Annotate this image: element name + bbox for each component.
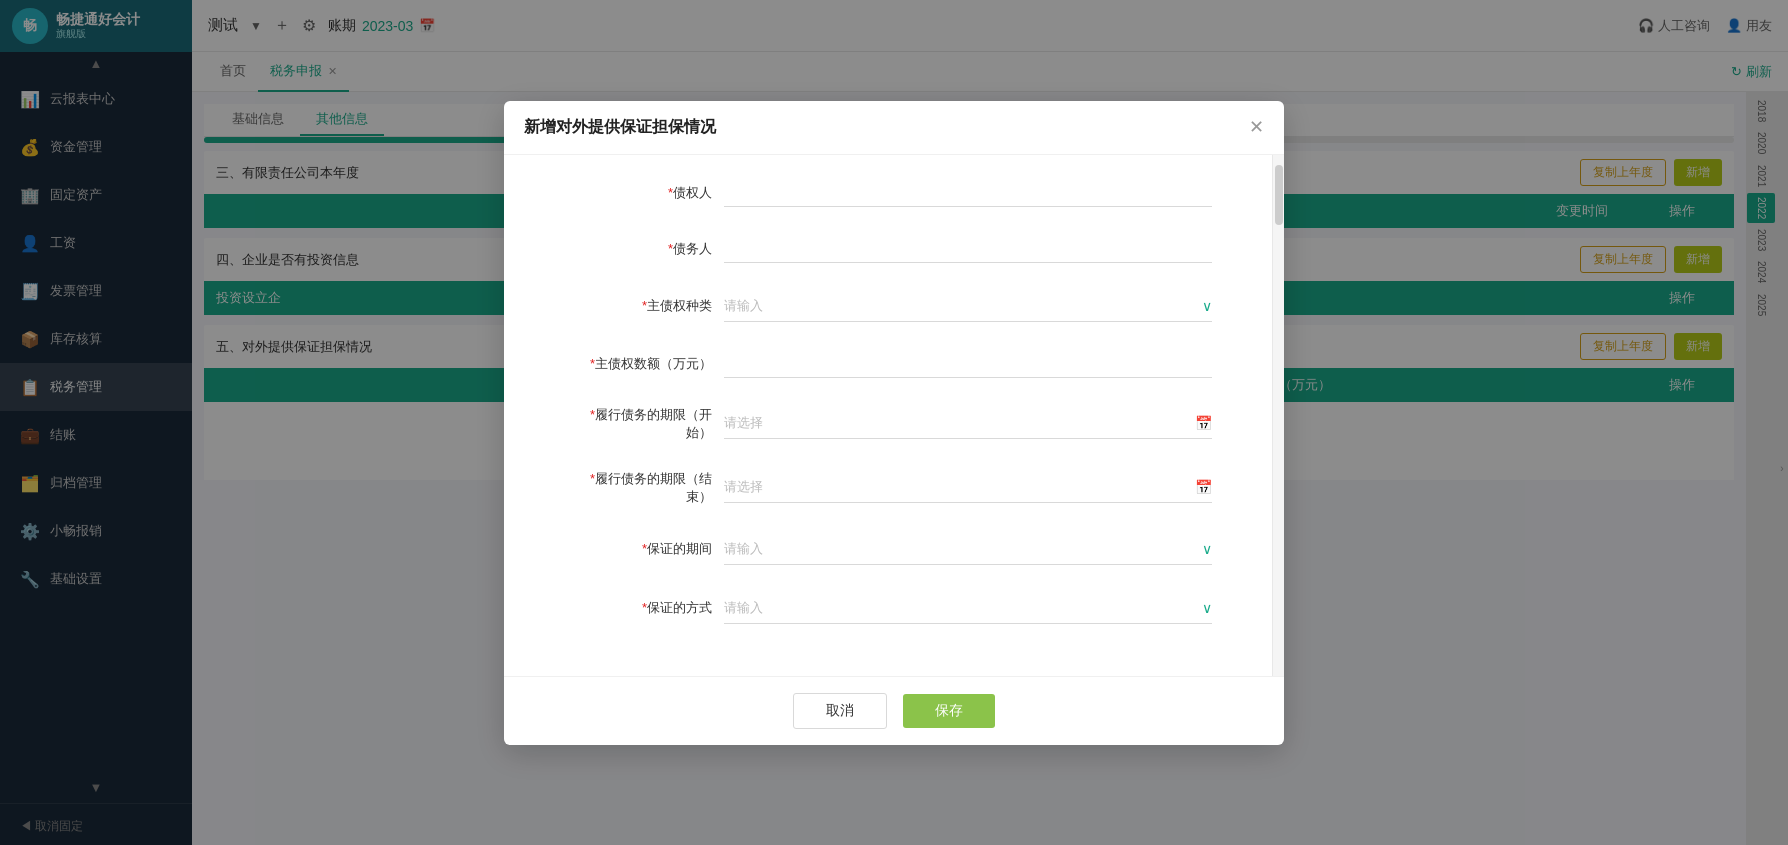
input-debt-amount[interactable]	[724, 350, 1212, 378]
label-debt-type: *主债权种类	[564, 297, 724, 315]
modal-dialog: 新增对外提供保证担保情况 ✕ *债权人 *债务人	[504, 101, 1284, 745]
input-creditor[interactable]	[724, 179, 1212, 207]
select-debt-type-placeholder: 请输入	[724, 297, 1202, 315]
date-period-end[interactable]: 请选择 📅	[724, 472, 1212, 503]
chevron-down-icon: ∨	[1202, 298, 1212, 314]
label-guarantee-period: *保证的期间	[564, 540, 724, 558]
label-debtor: *债务人	[564, 240, 724, 258]
field-debt-amount: *主债权数额（万元）	[564, 350, 1212, 378]
modal-close-btn[interactable]: ✕	[1249, 118, 1264, 136]
modal-backdrop: 新增对外提供保证担保情况 ✕ *债权人 *债务人	[0, 0, 1788, 845]
calendar-start-icon: 📅	[1195, 415, 1212, 431]
select-guarantee-method[interactable]: 请输入 ∨	[724, 593, 1212, 624]
input-debtor[interactable]	[724, 235, 1212, 263]
modal-scrollbar[interactable]	[1272, 155, 1284, 676]
field-debtor: *债务人	[564, 235, 1212, 263]
label-guarantee-method: *保证的方式	[564, 599, 724, 617]
select-guarantee-method-placeholder: 请输入	[724, 599, 1202, 617]
modal-body: *债权人 *债务人 *主债权种类 请输入	[504, 155, 1272, 676]
field-creditor: *债权人	[564, 179, 1212, 207]
chevron-down-icon-3: ∨	[1202, 600, 1212, 616]
date-period-start[interactable]: 请选择 📅	[724, 408, 1212, 439]
date-period-start-placeholder: 请选择	[724, 414, 1195, 432]
modal-title: 新增对外提供保证担保情况	[524, 117, 716, 138]
select-debt-type[interactable]: 请输入 ∨	[724, 291, 1212, 322]
select-guarantee-period-placeholder: 请输入	[724, 540, 1202, 558]
field-guarantee-period: *保证的期间 请输入 ∨	[564, 534, 1212, 565]
cancel-button[interactable]: 取消	[793, 693, 887, 729]
chevron-down-icon-2: ∨	[1202, 541, 1212, 557]
modal-footer: 取消 保存	[504, 676, 1284, 745]
label-creditor: *债权人	[564, 184, 724, 202]
modal-header: 新增对外提供保证担保情况 ✕	[504, 101, 1284, 155]
date-period-end-placeholder: 请选择	[724, 478, 1195, 496]
label-period-end: *履行债务的期限（结束）	[564, 470, 724, 506]
field-period-start: *履行债务的期限（开始） 请选择 📅	[564, 406, 1212, 442]
label-period-start: *履行债务的期限（开始）	[564, 406, 724, 442]
select-guarantee-period[interactable]: 请输入 ∨	[724, 534, 1212, 565]
field-debt-type: *主债权种类 请输入 ∨	[564, 291, 1212, 322]
label-debt-amount: *主债权数额（万元）	[564, 355, 724, 373]
field-guarantee-method: *保证的方式 请输入 ∨	[564, 593, 1212, 624]
field-period-end: *履行债务的期限（结束） 请选择 📅	[564, 470, 1212, 506]
calendar-end-icon: 📅	[1195, 479, 1212, 495]
save-button[interactable]: 保存	[903, 694, 995, 728]
scrollbar-thumb	[1275, 165, 1283, 225]
